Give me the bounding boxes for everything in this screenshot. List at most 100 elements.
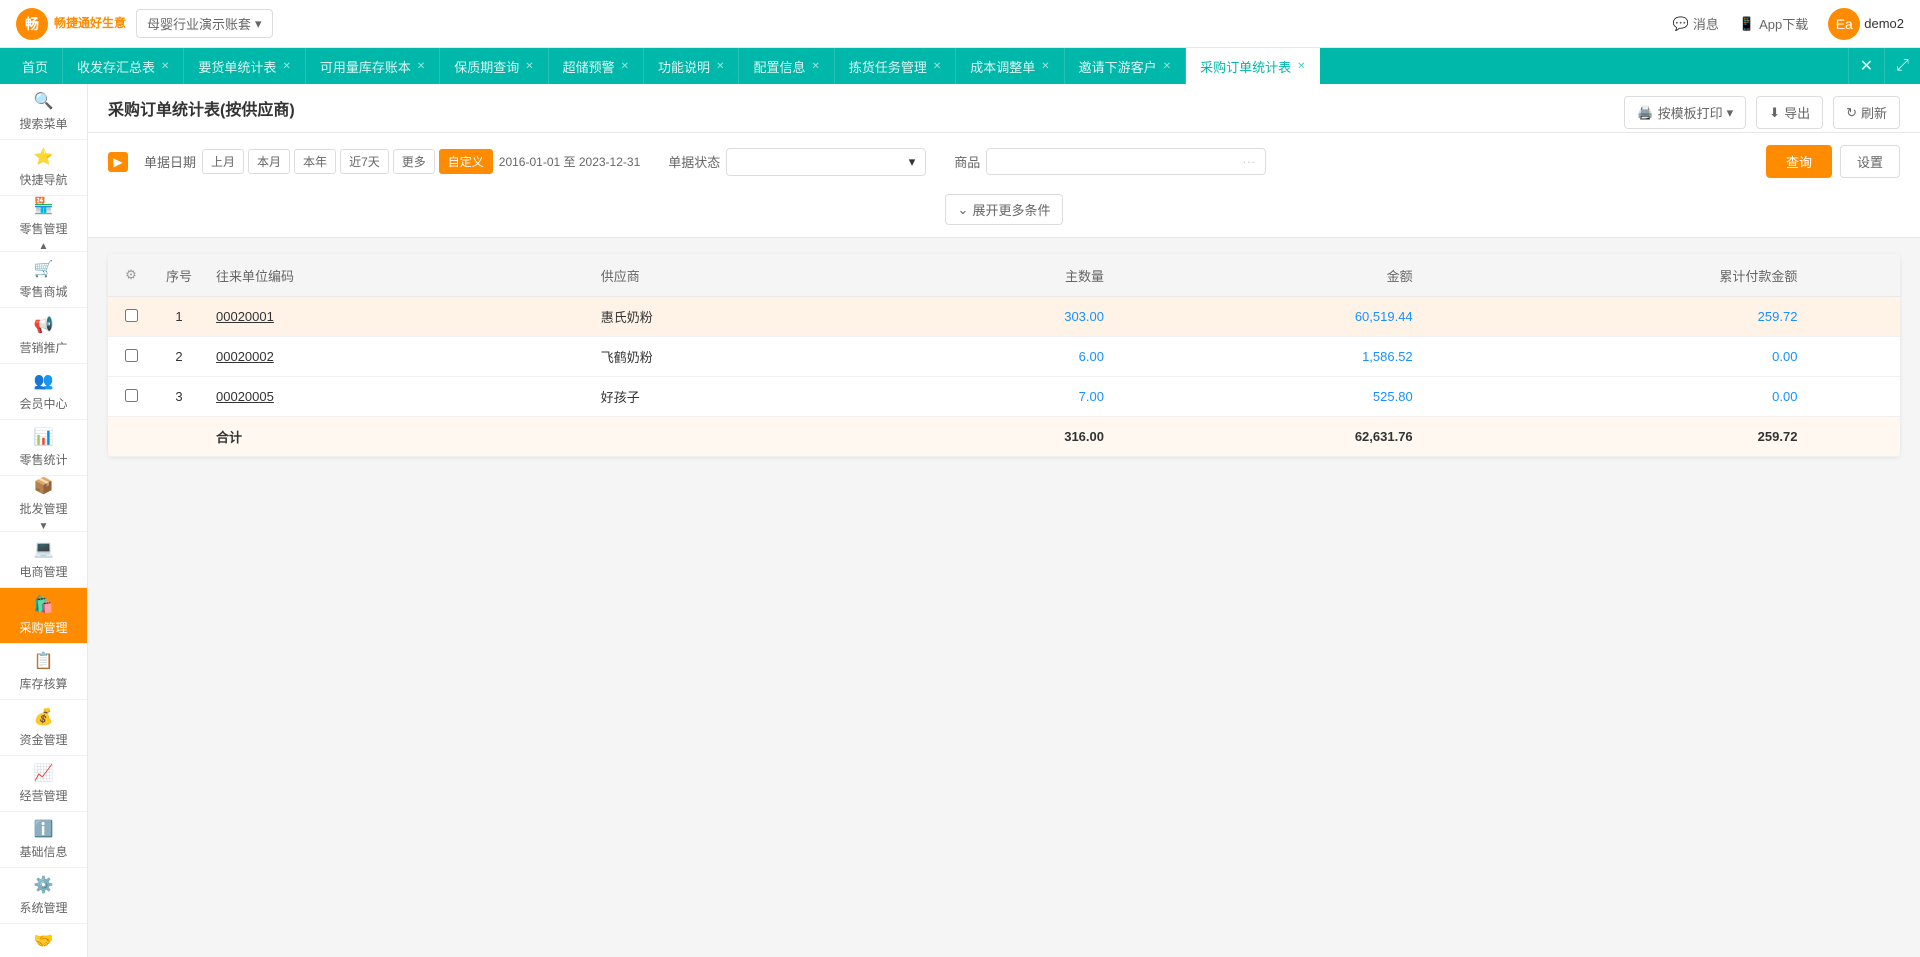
close-icon[interactable]: ✕ xyxy=(1297,61,1305,72)
info-icon: ℹ️ xyxy=(34,819,54,839)
expand-tabs-button[interactable]: ⤢ xyxy=(1884,48,1920,84)
date-btn-this-year[interactable]: 本年 xyxy=(294,149,336,174)
row-quantity[interactable]: 7.00 xyxy=(875,377,1116,417)
close-icon[interactable]: ✕ xyxy=(417,61,425,72)
row-checkbox[interactable] xyxy=(108,297,154,337)
tab-invite-customer[interactable]: 邀请下游客户 ✕ xyxy=(1065,48,1186,84)
row-supplier: 飞鹤奶粉 xyxy=(589,337,876,377)
sidebar-retail-stat-label: 零售统计 xyxy=(19,451,67,468)
row-quantity[interactable]: 6.00 xyxy=(875,337,1116,377)
chevron-down-icon: ▾ xyxy=(909,154,916,170)
close-icon[interactable]: ✕ xyxy=(621,61,629,72)
shop-icon: 🛒 xyxy=(34,259,54,279)
sidebar-item-wholesale[interactable]: 📦 批发管理 ▼ xyxy=(0,476,87,532)
row-unit-code[interactable]: 00020005 xyxy=(204,377,589,417)
row-amount[interactable]: 60,519.44 xyxy=(1116,297,1425,337)
row-quantity[interactable]: 303.00 xyxy=(875,297,1116,337)
close-icon[interactable]: ✕ xyxy=(933,61,941,72)
sidebar-item-enterprise[interactable]: 🤝 企业协同 xyxy=(0,924,87,957)
tab-cost-adjust-label: 成本调整单 xyxy=(970,57,1035,76)
money-icon: 💰 xyxy=(34,707,54,727)
row-unit-code[interactable]: 00020002 xyxy=(204,337,589,377)
sidebar-item-stock-check[interactable]: 📋 库存核算 xyxy=(0,644,87,700)
sidebar-item-sys-mgmt[interactable]: ⚙️ 系统管理 xyxy=(0,868,87,924)
col-supplier: 供应商 xyxy=(589,254,876,297)
app-download-button[interactable]: 📱 App下载 xyxy=(1739,14,1808,33)
export-icon: ⬇ xyxy=(1769,105,1780,121)
close-icon[interactable]: ✕ xyxy=(716,61,724,72)
sidebar-item-basic-info[interactable]: ℹ️ 基础信息 xyxy=(0,812,87,868)
tab-picking[interactable]: 拣货任务管理 ✕ xyxy=(835,48,956,84)
status-filter-group: 单据状态 ▾ xyxy=(668,148,926,176)
tab-warranty[interactable]: 保质期查询 ✕ xyxy=(440,48,548,84)
date-btn-7days[interactable]: 近7天 xyxy=(340,149,389,174)
clipboard-icon: 📋 xyxy=(34,651,54,671)
query-button[interactable]: 查询 xyxy=(1766,145,1832,178)
sidebar-item-marketing[interactable]: 📢 营销推广 xyxy=(0,308,87,364)
row-checkbox[interactable] xyxy=(108,337,154,377)
member-icon: 👥 xyxy=(34,371,54,391)
product-filter-group: 商品 ··· xyxy=(954,148,1266,175)
tab-cost-adjust[interactable]: 成本调整单 ✕ xyxy=(956,48,1064,84)
row-amount[interactable]: 1,586.52 xyxy=(1116,337,1425,377)
row-paid[interactable]: 0.00 xyxy=(1425,337,1810,377)
row-paid[interactable]: 259.72 xyxy=(1425,297,1810,337)
row-amount[interactable]: 525.80 xyxy=(1116,377,1425,417)
close-all-tabs-button[interactable]: ✕ xyxy=(1848,48,1884,84)
row-paid[interactable]: 0.00 xyxy=(1425,377,1810,417)
sidebar-item-retail-mgmt[interactable]: 🏪 零售管理 ▲ xyxy=(0,196,87,252)
date-btn-custom[interactable]: 自定义 xyxy=(439,149,493,174)
sidebar-item-ecommerce[interactable]: 💻 电商管理 xyxy=(0,532,87,588)
sidebar-stock-check-label: 库存核算 xyxy=(19,675,67,692)
template-print-button[interactable]: 🖨️ 按模板打印 ▾ xyxy=(1624,96,1746,129)
sidebar-item-purchase-mgmt[interactable]: 🛍️ 采购管理 xyxy=(0,588,87,644)
sidebar-item-member[interactable]: 👥 会员中心 xyxy=(0,364,87,420)
close-icon[interactable]: ✕ xyxy=(161,61,169,72)
date-btn-this-month[interactable]: 本月 xyxy=(248,149,290,174)
close-icon[interactable]: ✕ xyxy=(1041,61,1049,72)
store-icon: 🏪 xyxy=(34,196,54,216)
row-checkbox[interactable] xyxy=(108,377,154,417)
refresh-button[interactable]: ↻ 刷新 xyxy=(1833,96,1900,129)
sidebar-member-label: 会员中心 xyxy=(19,395,67,412)
status-select[interactable]: ▾ xyxy=(726,148,926,176)
close-icon[interactable]: ✕ xyxy=(525,61,533,72)
tab-home[interactable]: 首页 xyxy=(8,48,63,84)
checkbox-input[interactable] xyxy=(125,389,138,402)
tab-purchase-stat[interactable]: 采购订单统计表 ✕ xyxy=(1186,48,1320,84)
row-extra xyxy=(1809,377,1900,417)
sidebar-item-search[interactable]: 🔍 搜索菜单 xyxy=(0,84,87,140)
close-icon[interactable]: ✕ xyxy=(1163,61,1171,72)
tab-stock-ledger[interactable]: 可用量库存账本 ✕ xyxy=(306,48,440,84)
tab-overstock[interactable]: 超储预警 ✕ xyxy=(549,48,644,84)
expand-more-button[interactable]: ⌄ 展开更多条件 xyxy=(945,194,1064,225)
sidebar-item-finance[interactable]: 💰 资金管理 xyxy=(0,700,87,756)
tab-order-summary[interactable]: 要货单统计表 ✕ xyxy=(184,48,305,84)
chevron-down-icon: ▾ xyxy=(1727,105,1734,121)
row-unit-code[interactable]: 00020001 xyxy=(204,297,589,337)
filter-toggle-button[interactable]: ▶ xyxy=(108,152,128,172)
user-info[interactable]: Ea demo2 xyxy=(1828,8,1904,40)
checkbox-input[interactable] xyxy=(125,349,138,362)
ellipsis-icon[interactable]: ··· xyxy=(1242,154,1255,169)
date-btn-more[interactable]: 更多 xyxy=(393,149,435,174)
date-btn-last-month[interactable]: 上月 xyxy=(202,149,244,174)
export-button[interactable]: ⬇ 导出 xyxy=(1756,96,1823,129)
product-input[interactable]: ··· xyxy=(986,148,1266,175)
tab-receive-summary[interactable]: 收发存汇总表 ✕ xyxy=(63,48,184,84)
sidebar-item-retail-stat[interactable]: 📊 零售统计 xyxy=(0,420,87,476)
message-button[interactable]: 💬 消息 xyxy=(1673,14,1719,33)
checkbox-input[interactable] xyxy=(125,309,138,322)
sidebar-item-quick-nav[interactable]: ⭐ 快捷导航 xyxy=(0,140,87,196)
close-icon[interactable]: ✕ xyxy=(282,61,290,72)
sidebar-item-business-mgmt[interactable]: 📈 经营管理 xyxy=(0,756,87,812)
column-settings-icon[interactable]: ⚙ xyxy=(120,264,142,286)
table-row: 2 00020002 飞鹤奶粉 6.00 1,586.52 0.00 xyxy=(108,337,1900,377)
settings-button[interactable]: 设置 xyxy=(1840,145,1900,178)
workspace-selector[interactable]: 母婴行业演示账套 ▾ xyxy=(136,9,273,38)
row-supplier: 惠氏奶粉 xyxy=(589,297,876,337)
sidebar-item-retail-shop[interactable]: 🛒 零售商城 xyxy=(0,252,87,308)
tab-config[interactable]: 配置信息 ✕ xyxy=(739,48,834,84)
close-icon[interactable]: ✕ xyxy=(811,61,819,72)
tab-func-desc[interactable]: 功能说明 ✕ xyxy=(644,48,739,84)
